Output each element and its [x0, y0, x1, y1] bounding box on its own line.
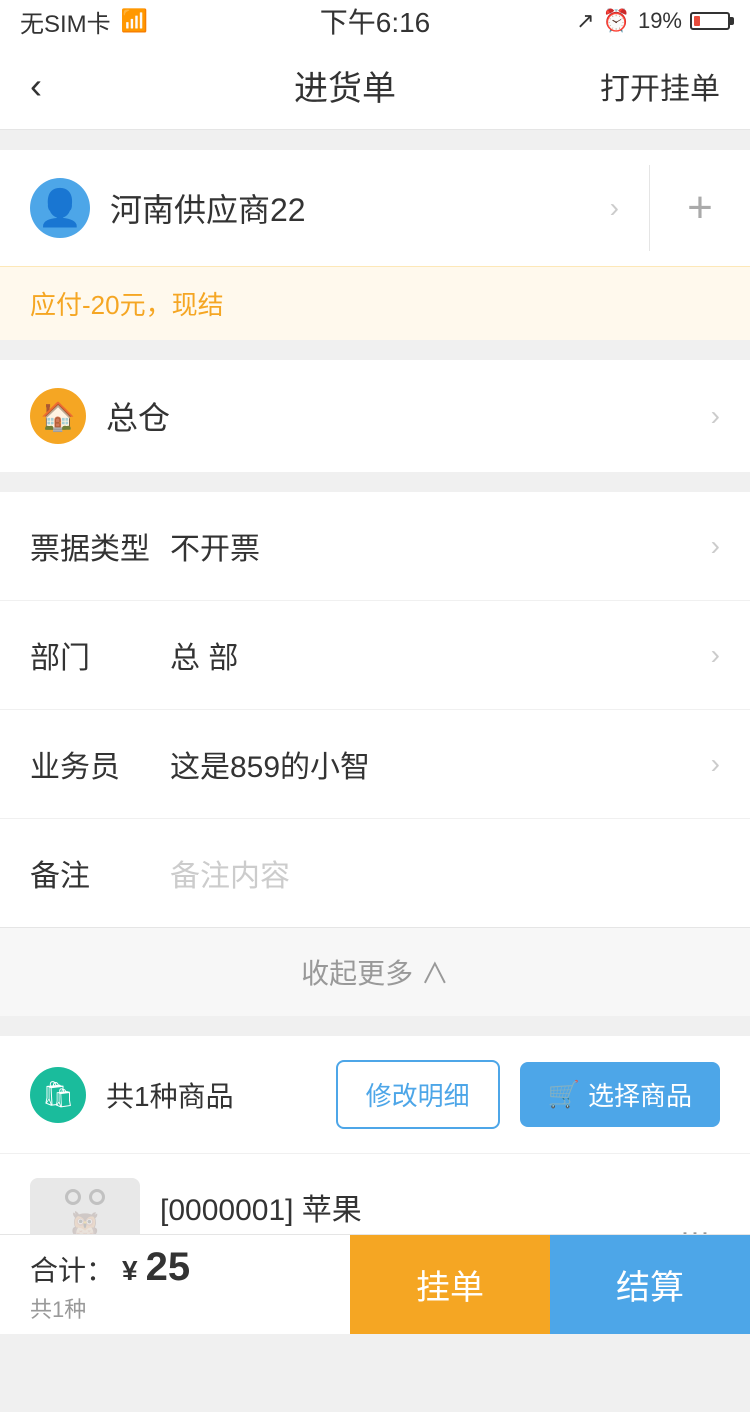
status-bar: 无SIM卡 📶 下午6:16 ↗ ⏰ 19% — [0, 0, 750, 42]
status-bar-time: 下午6:16 — [320, 1, 431, 41]
page-title: 进货单 — [294, 61, 396, 110]
department-value: 总 部 — [170, 633, 711, 677]
add-supplier-button[interactable]: + — [650, 150, 750, 266]
back-button[interactable]: ‹ — [30, 65, 90, 107]
warehouse-name: 总仓 — [106, 393, 711, 439]
carrier-label: 无SIM卡 — [20, 4, 111, 39]
supplier-selector[interactable]: 👤 河南供应商22 › — [0, 150, 649, 266]
owl-eye-right — [89, 1189, 105, 1205]
alert-text: 应付-20元，现结 — [30, 290, 224, 320]
invoice-type-value: 不开票 — [170, 524, 711, 568]
warehouse-icon: 🏠 — [30, 388, 86, 444]
owl-eyes — [65, 1189, 105, 1205]
alarm-icon: ⏰ — [603, 8, 630, 34]
total-label: 合计： — [30, 1249, 114, 1289]
battery-percent: 19% — [638, 8, 682, 34]
invoice-type-label: 票据类型 — [30, 524, 170, 568]
salesperson-value: 这是859的小智 — [170, 742, 711, 786]
location-icon: ↗ — [576, 8, 594, 34]
shopping-bag-icon: 🛍 — [41, 1079, 74, 1110]
warehouse-selector[interactable]: 🏠 总仓 › — [0, 360, 750, 472]
checkout-button[interactable]: 结算 — [550, 1235, 750, 1334]
warehouse-chevron-icon: › — [711, 400, 720, 432]
note-label: 备注 — [30, 851, 170, 895]
department-row[interactable]: 部门 总 部 › — [0, 601, 750, 710]
status-bar-right: ↗ ⏰ 19% — [576, 8, 730, 34]
product-code: [0000001] 苹果 — [160, 1194, 362, 1227]
footer-total-row: 合计： ¥ 25 — [30, 1245, 320, 1290]
footer: 合计： ¥ 25 共1种 挂单 结算 — [0, 1234, 750, 1334]
products-header: 🛍 共1种商品 修改明细 🛒 选择商品 — [0, 1036, 750, 1153]
form-section: 票据类型 不开票 › 部门 总 部 › 业务员 这是859的小智 › 备注 备注… — [0, 492, 750, 927]
nav-bar: ‹ 进货单 打开挂单 — [0, 42, 750, 130]
select-product-icon: 🛒 — [548, 1079, 580, 1110]
total-currency: ¥ — [122, 1255, 138, 1287]
salesperson-label: 业务员 — [30, 742, 170, 786]
supplier-section: 👤 河南供应商22 › + — [0, 150, 750, 266]
select-product-label: 选择商品 — [588, 1076, 692, 1113]
supplier-chevron-icon: › — [610, 192, 619, 224]
wifi-icon: 📶 — [121, 8, 148, 34]
supplier-name: 河南供应商22 — [110, 185, 610, 231]
alert-banner: 应付-20元，现结 — [0, 266, 750, 340]
products-count: 共1种商品 — [106, 1075, 316, 1115]
top-divider — [0, 130, 750, 150]
total-amount: 25 — [146, 1245, 191, 1290]
select-product-button[interactable]: 🛒 选择商品 — [520, 1062, 720, 1127]
owl-eye-left — [65, 1189, 81, 1205]
department-label: 部门 — [30, 633, 170, 677]
invoice-chevron-icon: › — [711, 530, 720, 562]
battery-icon — [690, 12, 730, 30]
salesperson-row[interactable]: 业务员 这是859的小智 › — [0, 710, 750, 819]
supplier-avatar-icon: 👤 — [38, 187, 83, 229]
note-input[interactable]: 备注内容 — [170, 851, 720, 895]
note-row[interactable]: 备注 备注内容 — [0, 819, 750, 927]
department-chevron-icon: › — [711, 639, 720, 671]
invoice-type-row[interactable]: 票据类型 不开票 › — [0, 492, 750, 601]
product-name: [0000001] 苹果 — [160, 1185, 650, 1229]
suspend-button[interactable]: 挂单 — [350, 1235, 550, 1334]
supplier-avatar: 👤 — [30, 178, 90, 238]
open-pending-button[interactable]: 打开挂单 — [600, 64, 720, 108]
footer-total: 合计： ¥ 25 共1种 — [0, 1235, 350, 1334]
status-bar-left: 无SIM卡 📶 — [20, 4, 148, 39]
edit-detail-button[interactable]: 修改明细 — [336, 1060, 500, 1129]
salesperson-chevron-icon: › — [711, 748, 720, 780]
collapse-toggle[interactable]: 收起更多 ∧ — [0, 927, 750, 1016]
products-icon: 🛍 — [30, 1067, 86, 1123]
total-sub: 共1种 — [30, 1292, 320, 1324]
